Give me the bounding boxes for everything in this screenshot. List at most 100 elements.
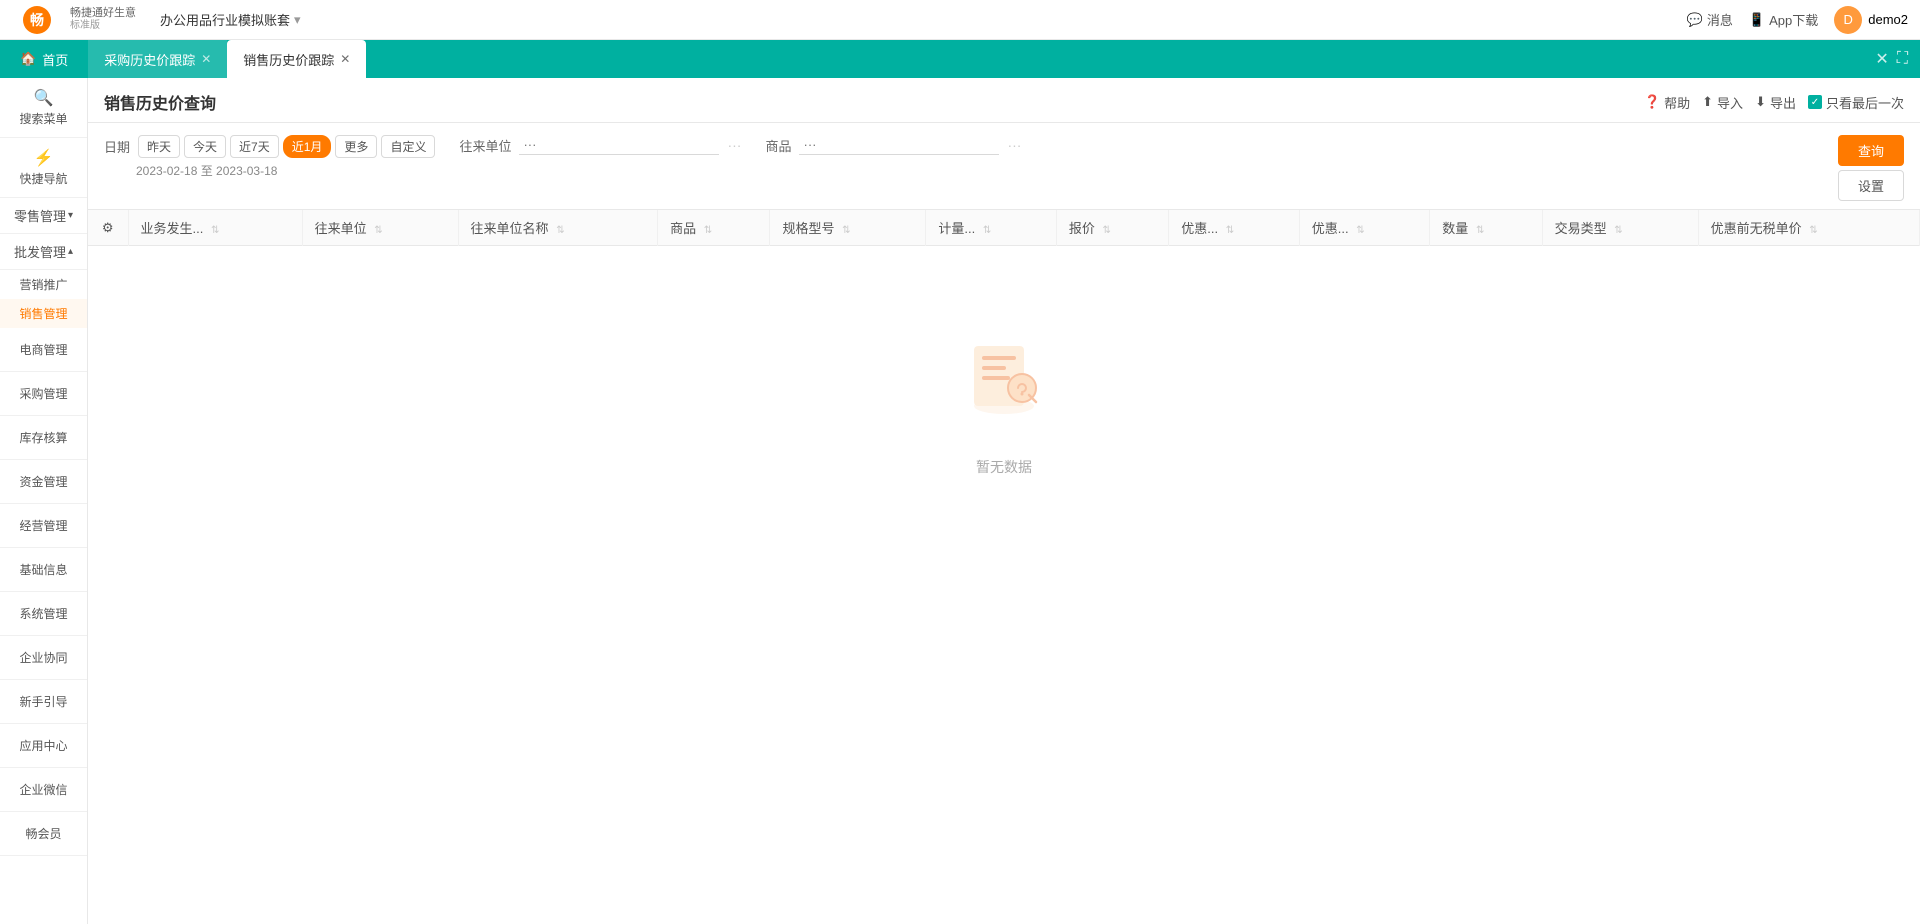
page-header: 销售历史价查询 ❓ 帮助 ⬆ 导入 ⬇ 导出 ✓: [88, 78, 1920, 123]
col-product[interactable]: 商品 ⇅: [658, 210, 770, 246]
sidebar-item-app-center[interactable]: 应用中心: [0, 724, 87, 768]
col-trade-type[interactable]: 交易类型 ⇅: [1542, 210, 1698, 246]
close-tab-sales[interactable]: ✕: [340, 52, 350, 66]
sidebar-item-wechat[interactable]: 企业微信: [0, 768, 87, 812]
sidebar-item-inventory[interactable]: 库存核算: [0, 416, 87, 460]
date-label: 日期: [104, 137, 130, 156]
date-btn-more[interactable]: 更多: [335, 135, 377, 158]
sort-icon: ⇅: [556, 225, 564, 236]
user-profile[interactable]: D demo2: [1834, 6, 1908, 34]
partner-label: 往来单位: [459, 136, 511, 155]
col-quote[interactable]: 报价 ⇅: [1056, 210, 1168, 246]
sort-icon: ⇅: [983, 225, 991, 236]
app-download-action[interactable]: 📱 App下载: [1749, 10, 1818, 29]
sidebar-item-system[interactable]: 系统管理: [0, 592, 87, 636]
chevron-down-icon: ▾: [294, 12, 301, 28]
col-unit[interactable]: 计量... ⇅: [926, 210, 1057, 246]
top-bar: 畅 畅捷通好生意 标准版 办公用品行业模拟账套 ▾ 💬 消息 📱 App下载 D…: [0, 0, 1920, 40]
tab-sales-history[interactable]: 销售历史价跟踪 ✕: [227, 40, 366, 78]
sidebar-item-marketing[interactable]: 营销推广: [0, 270, 87, 299]
col-biz-date[interactable]: 业务发生... ⇅: [128, 210, 302, 246]
col-partner-name[interactable]: 往来单位名称 ⇅: [458, 210, 658, 246]
import-icon: ⬆: [1702, 94, 1713, 110]
search-icon: 🔍: [34, 88, 54, 108]
search-button[interactable]: 查询: [1838, 135, 1904, 166]
chevron-up-icon: ▴: [68, 246, 73, 257]
col-spec[interactable]: 规格型号 ⇅: [770, 210, 926, 246]
sidebar-item-basic-info[interactable]: 基础信息: [0, 548, 87, 592]
sidebar-item-sales-mgmt[interactable]: 销售管理: [0, 299, 87, 328]
date-btn-last1month[interactable]: 近1月: [283, 135, 332, 158]
help-icon: ❓: [1644, 94, 1660, 110]
sidebar-item-finance[interactable]: 资金管理: [0, 460, 87, 504]
main-layout: 🔍 搜索菜单 ⚡ 快捷导航 零售管理 ▾ 批发管理 ▴ 营销推广 销售管理 电商…: [0, 78, 1920, 924]
sidebar-item-wholesale[interactable]: 批发管理 ▴: [0, 234, 87, 270]
sort-icon: ⇅: [704, 225, 712, 236]
empty-text: 暂无数据: [976, 457, 1032, 477]
col-pretax-price[interactable]: 优惠前无税单价 ⇅: [1698, 210, 1919, 246]
sort-icon: ⇅: [1476, 225, 1484, 236]
quicknav-icon: ⚡: [34, 148, 54, 168]
sidebar-item-member[interactable]: 畅会员: [0, 812, 87, 856]
help-action[interactable]: ❓ 帮助: [1644, 93, 1690, 112]
sidebar-item-operations[interactable]: 经营管理: [0, 504, 87, 548]
sort-icon: ⇅: [1103, 225, 1111, 236]
export-icon: ⬇: [1755, 94, 1766, 110]
filter-actions: 查询 设置: [1838, 135, 1904, 201]
only-last-checkbox[interactable]: ✓ 只看最后一次: [1808, 93, 1904, 112]
sidebar-item-quicknav[interactable]: ⚡ 快捷导航: [0, 138, 87, 198]
logo: 畅: [12, 2, 62, 38]
partner-filter-group: 往来单位 ···: [459, 135, 741, 155]
sidebar-item-purchase[interactable]: 采购管理: [0, 372, 87, 416]
date-filter-group: 日期 昨天 今天 近7天 近1月 更多 自定义 2023-02-18: [104, 135, 435, 179]
empty-icon: [954, 326, 1054, 445]
avatar: D: [1834, 6, 1862, 34]
product-dots: ···: [1007, 137, 1021, 153]
col-discount2[interactable]: 优惠... ⇅: [1299, 210, 1430, 246]
col-discount1[interactable]: 优惠... ⇅: [1169, 210, 1300, 246]
table-header-row: ⚙ 业务发生... ⇅ 往来单位 ⇅ 往来单位名称 ⇅: [88, 210, 1920, 246]
top-actions: 💬 消息 📱 App下载 D demo2: [1687, 6, 1908, 34]
page-title: 销售历史价查询: [104, 90, 216, 114]
checkbox-icon: ✓: [1808, 95, 1822, 109]
brand-name: 畅捷通好生意 标准版: [70, 7, 136, 32]
sidebar-item-ecommerce[interactable]: 电商管理: [0, 328, 87, 372]
filter-area: 日期 昨天 今天 近7天 近1月 更多 自定义 2023-02-18: [88, 123, 1920, 210]
col-qty[interactable]: 数量 ⇅: [1430, 210, 1542, 246]
partner-input[interactable]: [519, 135, 719, 155]
date-btn-today[interactable]: 今天: [184, 135, 226, 158]
home-icon: 🏠: [20, 51, 36, 67]
close-tab-purchase[interactable]: ✕: [201, 52, 211, 66]
chevron-down-icon: ▾: [68, 210, 73, 221]
tab-purchase-history[interactable]: 采购历史价跟踪 ✕: [88, 40, 227, 78]
table-container: ⚙ 业务发生... ⇅ 往来单位 ⇅ 往来单位名称 ⇅: [88, 210, 1920, 924]
product-label: 商品: [765, 136, 791, 155]
sort-icon: ⇅: [1614, 225, 1622, 236]
page-container: 销售历史价查询 ❓ 帮助 ⬆ 导入 ⬇ 导出 ✓: [88, 78, 1920, 924]
date-btn-last7days[interactable]: 近7天: [230, 135, 279, 158]
sidebar-item-search[interactable]: 🔍 搜索菜单: [0, 78, 87, 138]
sort-icon: ⇅: [842, 225, 850, 236]
sidebar: 🔍 搜索菜单 ⚡ 快捷导航 零售管理 ▾ 批发管理 ▴ 营销推广 销售管理 电商…: [0, 78, 88, 924]
col-partner-code[interactable]: 往来单位 ⇅: [302, 210, 458, 246]
tab-home[interactable]: 🏠 首页: [0, 40, 88, 78]
import-action[interactable]: ⬆ 导入: [1702, 93, 1743, 112]
col-settings[interactable]: ⚙: [88, 210, 128, 246]
date-btn-yesterday[interactable]: 昨天: [138, 135, 180, 158]
sidebar-item-retail[interactable]: 零售管理 ▾: [0, 198, 87, 234]
date-range-text: 2023-02-18 至 2023-03-18: [136, 164, 277, 178]
export-action[interactable]: ⬇ 导出: [1755, 93, 1796, 112]
product-input[interactable]: [799, 135, 999, 155]
empty-state: 暂无数据: [88, 246, 1920, 557]
maximize-window-icon[interactable]: ⛶: [1897, 50, 1908, 68]
window-controls: ✕ ⛶: [1863, 49, 1920, 69]
sidebar-item-enterprise[interactable]: 企业协同: [0, 636, 87, 680]
settings-button[interactable]: 设置: [1838, 170, 1904, 201]
sidebar-item-newbie[interactable]: 新手引导: [0, 680, 87, 724]
account-dropdown[interactable]: 办公用品行业模拟账套 ▾: [152, 6, 309, 33]
sort-icon: ⇅: [211, 225, 219, 236]
date-btn-custom[interactable]: 自定义: [381, 135, 435, 158]
close-window-icon[interactable]: ✕: [1875, 49, 1888, 69]
message-action[interactable]: 💬 消息: [1687, 10, 1733, 29]
tab-bar: 🏠 首页 采购历史价跟踪 ✕ 销售历史价跟踪 ✕ ✕ ⛶: [0, 40, 1920, 78]
